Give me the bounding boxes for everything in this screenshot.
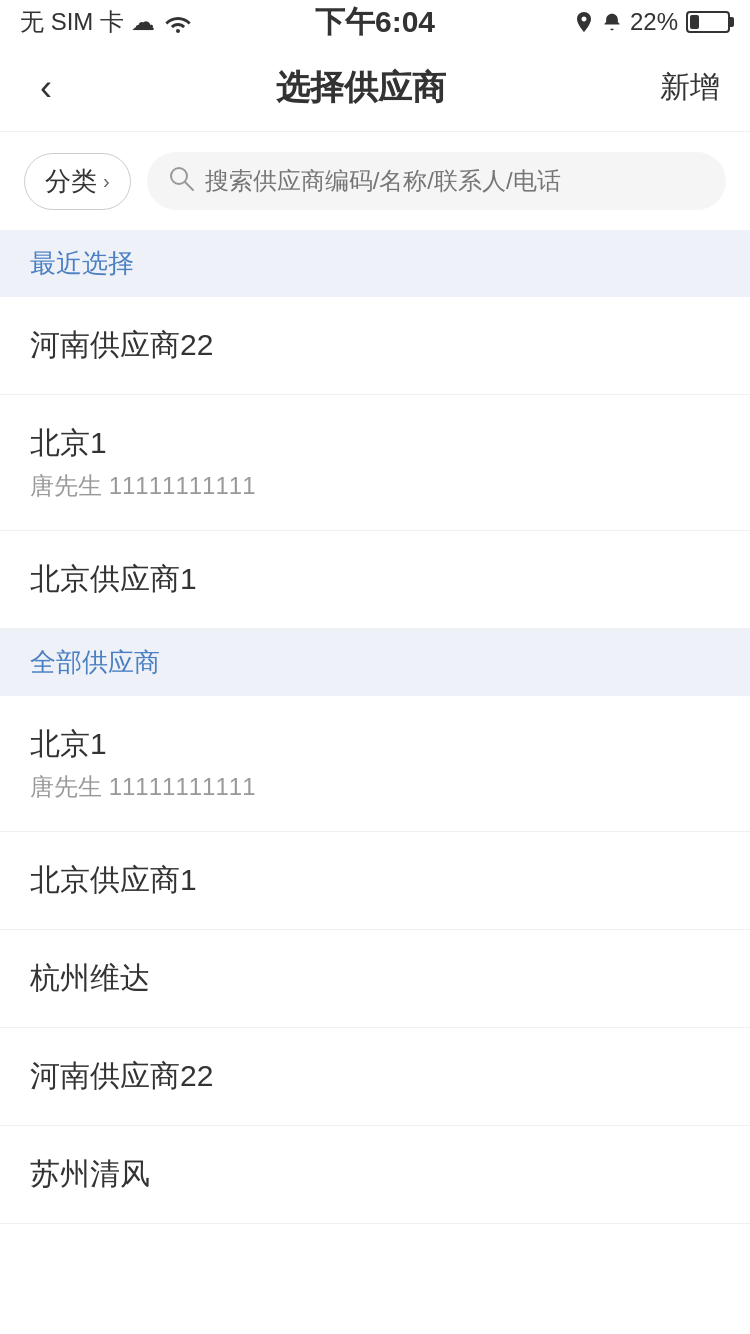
battery-icon: [686, 11, 730, 33]
list-item[interactable]: 北京1 唐先生 11111111111: [0, 395, 750, 531]
list-item[interactable]: 北京供应商1: [0, 531, 750, 629]
item-name: 苏州清风: [30, 1154, 720, 1195]
recent-section-header: 最近选择: [0, 230, 750, 297]
location-icon: [574, 11, 594, 33]
list-item[interactable]: 苏州清风: [0, 1126, 750, 1224]
nav-bar: ‹ 选择供应商 新增: [0, 44, 750, 132]
battery-percent: 22%: [630, 8, 678, 36]
all-items-list: 北京1 唐先生 11111111111 北京供应商1 杭州维达河南供应商22 苏州清风: [0, 696, 750, 1224]
status-right: 22%: [574, 8, 730, 36]
search-container: [147, 152, 726, 210]
category-label: 分类: [45, 164, 97, 199]
item-name: 河南供应商22: [30, 1056, 720, 1097]
search-input[interactable]: [205, 167, 706, 195]
list-item[interactable]: 河南供应商22: [0, 297, 750, 395]
item-name: 北京供应商1: [30, 860, 720, 901]
svg-line-1: [185, 182, 193, 190]
recent-section-label: 最近选择: [30, 248, 134, 278]
no-sim-label: 无 SIM 卡 ☁: [20, 6, 155, 38]
alarm-icon: [602, 11, 622, 33]
add-button[interactable]: 新增: [660, 67, 720, 108]
item-name: 河南供应商22: [30, 325, 720, 366]
item-contact: 唐先生 11111111111: [30, 771, 720, 803]
chevron-right-icon: ›: [103, 170, 110, 193]
list-item[interactable]: 北京1 唐先生 11111111111: [0, 696, 750, 832]
filter-bar: 分类 ›: [0, 132, 750, 230]
item-contact: 唐先生 11111111111: [30, 470, 720, 502]
wifi-icon: [163, 11, 193, 33]
item-name: 北京1: [30, 423, 720, 464]
search-icon: [167, 164, 195, 198]
item-name: 北京供应商1: [30, 559, 720, 600]
item-name: 杭州维达: [30, 958, 720, 999]
recent-items-list: 河南供应商22 北京1 唐先生 11111111111 北京供应商1: [0, 297, 750, 629]
item-name: 北京1: [30, 724, 720, 765]
all-section-header: 全部供应商: [0, 629, 750, 696]
list-item[interactable]: 河南供应商22: [0, 1028, 750, 1126]
list-item[interactable]: 北京供应商1: [0, 832, 750, 930]
list-item[interactable]: 杭州维达: [0, 930, 750, 1028]
status-left: 无 SIM 卡 ☁: [20, 6, 193, 38]
status-bar: 无 SIM 卡 ☁ 下午6:04 22%: [0, 0, 750, 44]
category-button[interactable]: 分类 ›: [24, 153, 131, 210]
back-button[interactable]: ‹: [30, 57, 62, 119]
page-title: 选择供应商: [276, 65, 446, 111]
status-time: 下午6:04: [315, 2, 435, 43]
all-section-label: 全部供应商: [30, 647, 160, 677]
